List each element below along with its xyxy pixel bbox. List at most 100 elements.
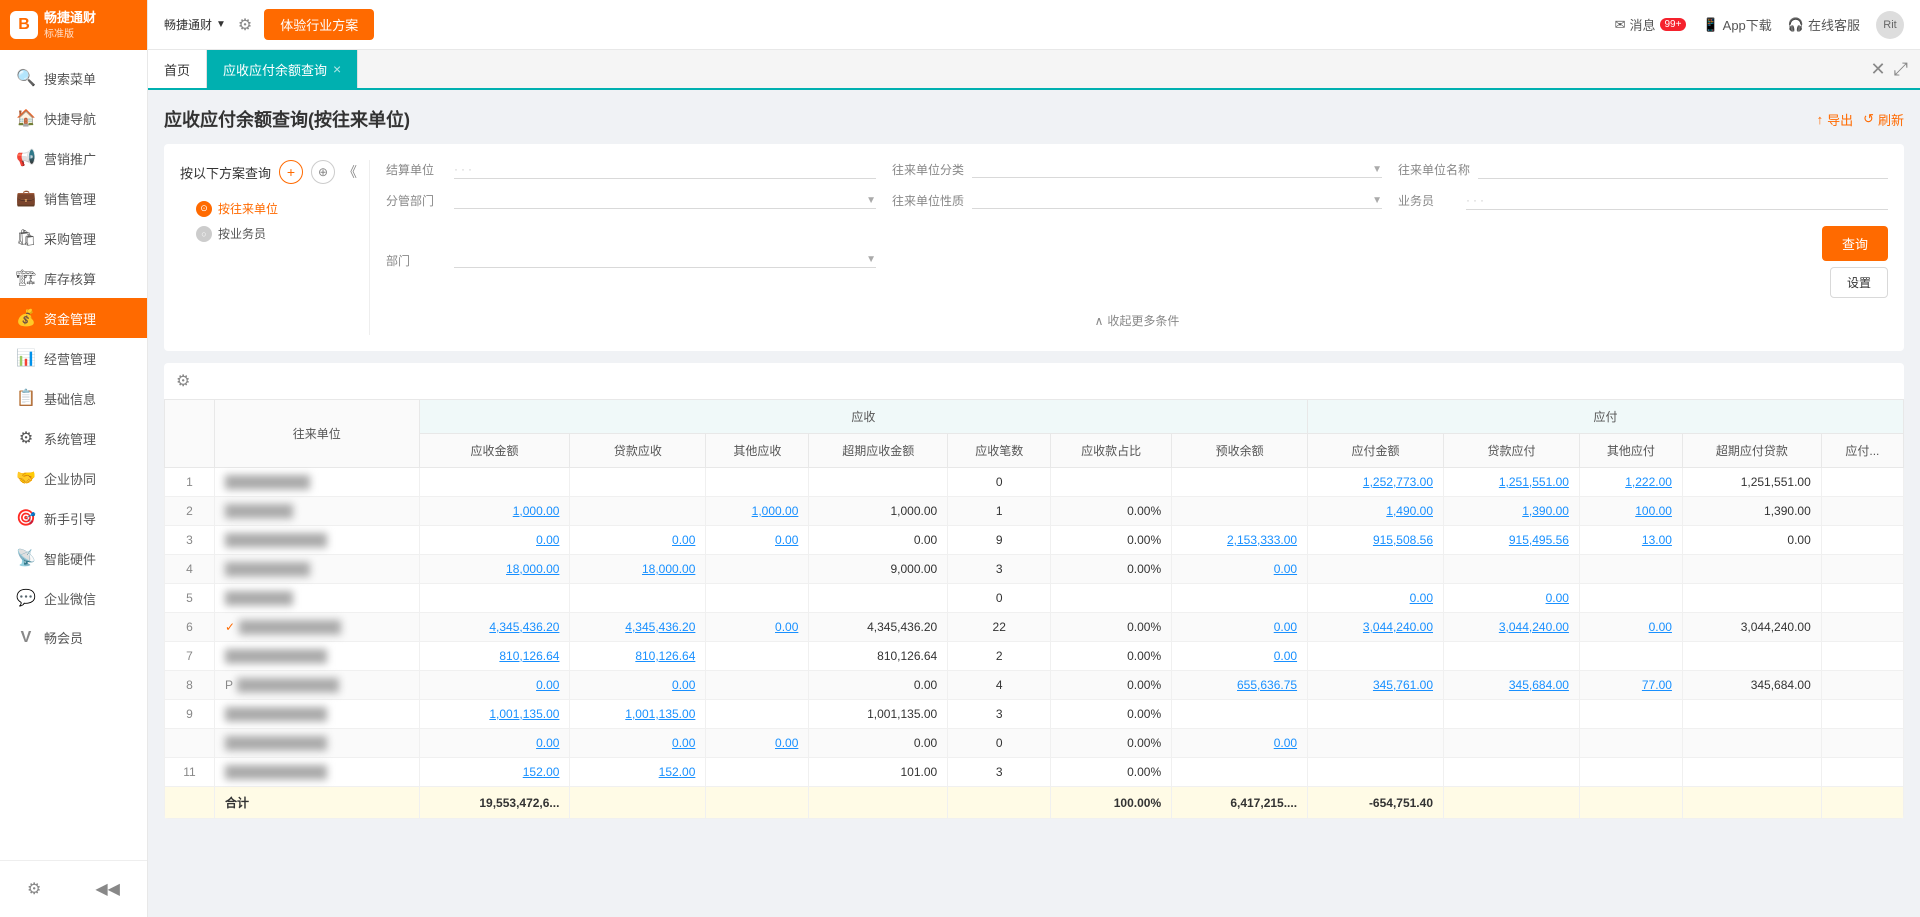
scheme-item-by-salesman[interactable]: ○ 按业务员 — [188, 221, 357, 246]
overdue-ap: 1,390.00 — [1682, 497, 1821, 526]
service-icon: 🎧 — [1788, 17, 1804, 33]
loan-ar: 0.00 — [570, 671, 706, 700]
company-name: ████████ — [214, 497, 419, 526]
other-ar — [706, 555, 809, 584]
online-service-button[interactable]: 🎧 在线客服 — [1788, 15, 1860, 34]
ar-ratio: 0.00% — [1051, 758, 1172, 787]
solution-button[interactable]: 体验行业方案 — [264, 9, 374, 40]
ap-suffix — [1821, 613, 1903, 642]
avatar[interactable]: Rit — [1876, 11, 1904, 39]
footer-loan-ap — [1444, 787, 1580, 819]
sidebar-collapse-btn[interactable]: ◀◀ — [87, 871, 128, 907]
loan-ar — [570, 584, 706, 613]
ap-suffix — [1821, 758, 1903, 787]
field-label: 分管部门 — [386, 192, 446, 209]
other-ar — [706, 700, 809, 729]
gear-icon[interactable]: ⚙ — [238, 15, 252, 35]
filter-field-company-name: 往来单位名称 — [1398, 160, 1888, 179]
cooperation-icon: 🤝 — [16, 468, 36, 488]
marketing-icon: 📢 — [16, 148, 36, 168]
ap-amount — [1308, 758, 1444, 787]
sidebar-item-basic-info[interactable]: 📋 基础信息 — [0, 378, 147, 418]
sidebar-settings-btn[interactable]: ⚙ — [19, 871, 49, 907]
dots-icon: ··· — [454, 162, 475, 176]
overdue-ap: 3,044,240.00 — [1682, 613, 1821, 642]
footer-other-ap — [1579, 787, 1682, 819]
sidebar-item-inventory[interactable]: 🏗 库存核算 — [0, 258, 147, 298]
scheme-item-by-company[interactable]: ⊙ 按往来单位 — [188, 196, 357, 221]
sidebar-item-member[interactable]: V 畅会员 — [0, 618, 147, 657]
company-type-input[interactable]: ▼ — [972, 162, 1382, 178]
page-title: 应收应付余额查询(按往来单位) — [164, 106, 410, 132]
sidebar-item-wechat[interactable]: 💬 企业微信 — [0, 578, 147, 618]
app-download-button[interactable]: 📱 App下载 — [1702, 15, 1771, 34]
tab-home[interactable]: 首页 — [148, 50, 207, 88]
overdue-ar — [809, 468, 948, 497]
table-settings-icon[interactable]: ⚙ — [176, 371, 190, 391]
department-input[interactable]: ▼ — [454, 252, 876, 268]
home-icon: 🏠 — [16, 108, 36, 128]
query-button[interactable]: 查询 — [1822, 226, 1888, 261]
prepay-balance: 0.00 — [1172, 613, 1308, 642]
ar-ratio: 0.00% — [1051, 642, 1172, 671]
prepay-balance — [1172, 468, 1308, 497]
messages-button[interactable]: ✉ 消息 99+ — [1615, 15, 1687, 34]
company-name: ████████████ — [214, 642, 419, 671]
company-nature-input[interactable]: ▼ — [972, 193, 1382, 209]
prepay-balance — [1172, 758, 1308, 787]
col-ar-amount: 应收金额 — [419, 434, 570, 468]
ar-count: 3 — [948, 758, 1051, 787]
footer-label — [165, 787, 215, 819]
sidebar-item-purchase[interactable]: 🛍 采购管理 — [0, 218, 147, 258]
overdue-ar: 1,001,135.00 — [809, 700, 948, 729]
ap-amount — [1308, 555, 1444, 584]
overdue-ar: 0.00 — [809, 671, 948, 700]
collapse-more-button[interactable]: ∧ 收起更多条件 — [386, 306, 1888, 335]
sidebar-item-quick-nav[interactable]: 🏠 快捷导航 — [0, 98, 147, 138]
sidebar-item-cooperation[interactable]: 🤝 企业协同 — [0, 458, 147, 498]
overdue-ap — [1682, 729, 1821, 758]
sidebar-item-smart-hw[interactable]: 📡 智能硬件 — [0, 538, 147, 578]
refresh-button[interactable]: ↺ 刷新 — [1863, 110, 1904, 129]
export-button[interactable]: ↑ 导出 — [1817, 110, 1854, 129]
overdue-ar: 1,000.00 — [809, 497, 948, 526]
dept-input[interactable]: ▼ — [454, 193, 876, 209]
sidebar-item-system[interactable]: ⚙ 系统管理 — [0, 418, 147, 458]
ar-amount: 4,345,436.20 — [419, 613, 570, 642]
tab-ar-ap[interactable]: 应收应付余额查询 × — [207, 50, 358, 88]
sidebar-item-label: 资金管理 — [44, 309, 96, 328]
other-ar — [706, 758, 809, 787]
filter-add-button[interactable]: + — [279, 160, 303, 184]
scheme-label: 按往来单位 — [218, 200, 278, 217]
tab-close-icon[interactable]: × — [333, 61, 341, 77]
ar-amount: 0.00 — [419, 729, 570, 758]
set-button[interactable]: 设置 — [1830, 267, 1888, 298]
ap-suffix — [1821, 555, 1903, 584]
overdue-ap: 0.00 — [1682, 526, 1821, 555]
sidebar-item-funds[interactable]: 💰 资金管理 — [0, 298, 147, 338]
sidebar-item-sales[interactable]: 💼 销售管理 — [0, 178, 147, 218]
sidebar-item-search-menu[interactable]: 🔍 搜索菜单 — [0, 58, 147, 98]
sidebar-item-marketing[interactable]: 📢 营销推广 — [0, 138, 147, 178]
table-footer-row: 合计 19,553,472,6... 100.00% 6,417,215....… — [165, 787, 1904, 819]
filter-collapse-icon[interactable]: 《 — [343, 162, 357, 182]
company-name: ████████████ — [214, 758, 419, 787]
salesman-input[interactable]: ··· — [1466, 191, 1888, 210]
settlement-input[interactable]: ··· — [454, 160, 876, 179]
other-ap — [1579, 729, 1682, 758]
ap-amount: 0.00 — [1308, 584, 1444, 613]
tab-expand-icon[interactable]: ⤢ — [1894, 59, 1908, 80]
sidebar-item-guide[interactable]: 🎯 新手引导 — [0, 498, 147, 538]
loan-ar: 18,000.00 — [570, 555, 706, 584]
overdue-ar: 101.00 — [809, 758, 948, 787]
logo-name: 畅捷通财 — [44, 10, 96, 26]
loan-ap — [1444, 729, 1580, 758]
ar-amount: 152.00 — [419, 758, 570, 787]
ap-amount — [1308, 700, 1444, 729]
company-name-input[interactable] — [1478, 160, 1888, 179]
filter-settings-button[interactable]: ⊕ — [311, 160, 335, 184]
ar-amount: 0.00 — [419, 526, 570, 555]
sidebar-item-operations[interactable]: 📊 经营管理 — [0, 338, 147, 378]
tab-close-all-icon[interactable]: ✕ — [1871, 59, 1886, 80]
table-row: ████████████ 0.00 0.00 0.00 0.00 0 0.00%… — [165, 729, 1904, 758]
